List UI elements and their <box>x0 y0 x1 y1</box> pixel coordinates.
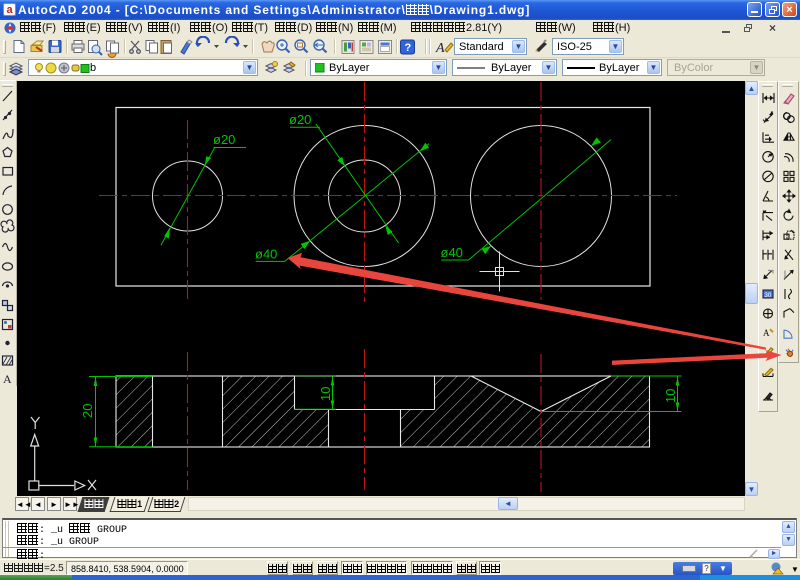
svg-text:?: ? <box>405 42 412 54</box>
svg-text:30: 30 <box>764 292 772 299</box>
svg-text:A: A <box>3 372 12 386</box>
svg-text:A: A <box>763 328 770 338</box>
svg-text:A: A <box>435 41 445 56</box>
